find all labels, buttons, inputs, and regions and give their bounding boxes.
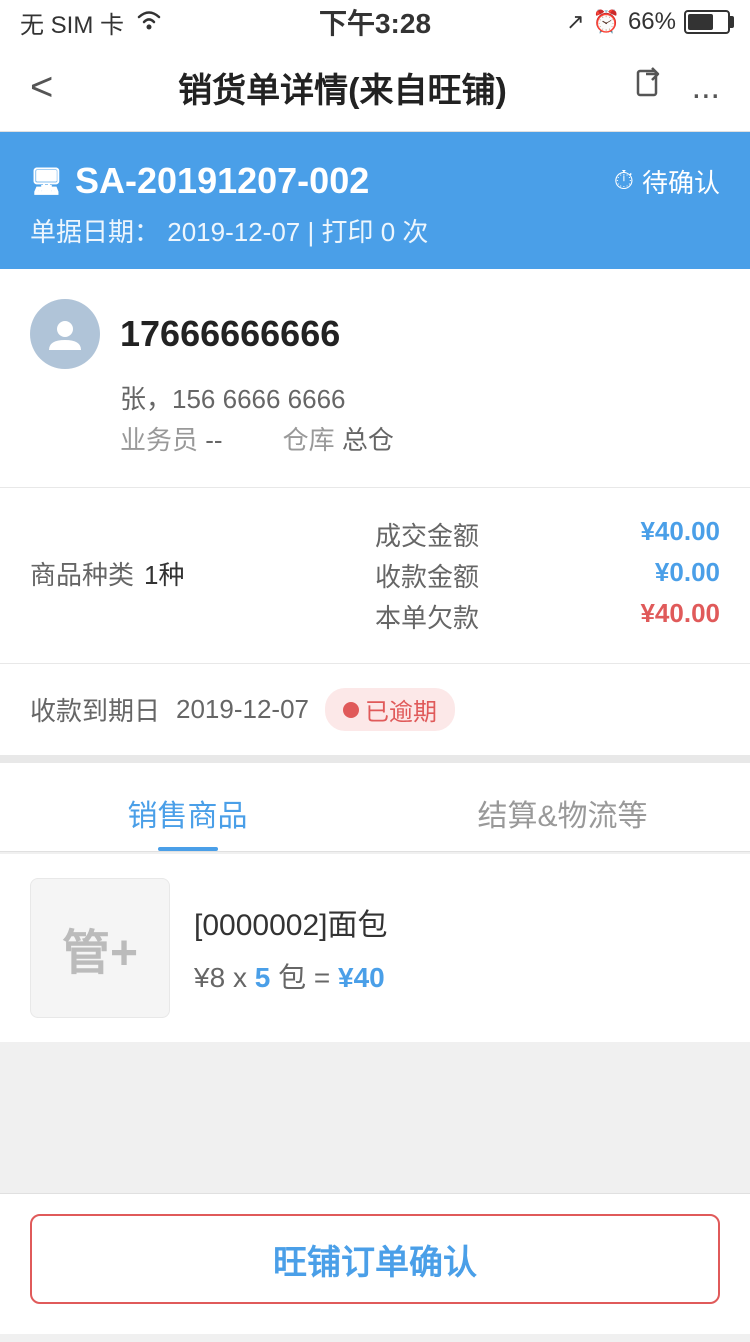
tab-sales-products[interactable]: 销售商品 (0, 763, 375, 851)
customer-meta: 业务员 -- 仓库 总仓 (120, 420, 720, 457)
back-button[interactable]: < (30, 65, 53, 110)
customer-section: 17666666666 张，156 6666 6666 业务员 -- 仓库 总仓 (0, 269, 750, 488)
amount-info: 成交金额 ¥40.00 收款金额 ¥0.00 本单欠款 ¥40.00 (375, 516, 720, 635)
tab-settlement[interactable]: 结算&物流等 (375, 763, 750, 851)
tab-section: 销售商品 结算&物流等 (0, 763, 750, 852)
status-right: ↗ ⏰ 66% (566, 8, 730, 36)
nav-icons: ... (632, 65, 720, 110)
warehouse-field: 仓库 总仓 (283, 420, 394, 457)
order-banner: 🖥 SA-20191207-002 ⏱ 待确认 单据日期： 2019-12-07… (0, 132, 750, 269)
wifi-icon (134, 8, 164, 37)
overdue-badge: 已逾期 (325, 688, 455, 731)
product-item: 管+ [0000002]面包 ¥8 x 5 包 = ¥40 (30, 878, 720, 1018)
wangpu-confirm-button[interactable]: 旺铺订单确认 (30, 1214, 720, 1304)
order-type-icon: 🖥 (30, 166, 63, 197)
status-clock-icon: ⏱ (614, 165, 634, 197)
carrier-text: 无 SIM 卡 (20, 5, 124, 40)
nav-bar: < 销货单详情(来自旺铺) ... (0, 44, 750, 132)
location-icon: ↗ (566, 9, 584, 35)
status-bar: 无 SIM 卡 下午3:28 ↗ ⏰ 66% (0, 0, 750, 44)
alarm-icon: ⏰ (593, 9, 620, 35)
salesperson-field: 业务员 -- (120, 420, 223, 457)
product-info: [0000002]面包 ¥8 x 5 包 = ¥40 (194, 900, 720, 996)
due-date-section: 收款到期日 2019-12-07 已逾期 (0, 664, 750, 763)
product-type-info: 商品种类 1种 (30, 516, 375, 635)
overdue-dot-icon (343, 702, 359, 718)
stats-section: 商品种类 1种 成交金额 ¥40.00 收款金额 ¥0.00 本单欠款 ¥40.… (0, 488, 750, 664)
time-display: 下午3:28 (319, 2, 431, 42)
battery-icon (684, 10, 730, 34)
order-date-row: 单据日期： 2019-12-07 | 打印 0 次 (30, 212, 720, 249)
customer-phone: 17666666666 (120, 313, 340, 355)
customer-avatar (30, 299, 100, 369)
order-status: ⏱ 待确认 (614, 163, 720, 200)
status-left: 无 SIM 卡 (20, 5, 164, 40)
debt-amount-row: 本单欠款 ¥40.00 (375, 598, 720, 635)
product-name: [0000002]面包 (194, 900, 720, 944)
share-icon[interactable] (632, 65, 668, 110)
page-title: 销货单详情(来自旺铺) (178, 63, 507, 112)
payment-amount-row: 收款金额 ¥0.00 (375, 557, 720, 594)
more-icon[interactable]: ... (692, 68, 720, 107)
bottom-button-area: 旺铺订单确认 (0, 1193, 750, 1334)
product-price-row: ¥8 x 5 包 = ¥40 (194, 956, 720, 996)
product-section: 管+ [0000002]面包 ¥8 x 5 包 = ¥40 (0, 854, 750, 1042)
order-id: 🖥 SA-20191207-002 (30, 160, 369, 202)
customer-name: 张，156 6666 6666 (120, 379, 720, 416)
transaction-amount-row: 成交金额 ¥40.00 (375, 516, 720, 553)
product-thumbnail: 管+ (30, 878, 170, 1018)
product-logo: 管+ (62, 913, 138, 983)
battery-percent: 66% (628, 8, 676, 36)
